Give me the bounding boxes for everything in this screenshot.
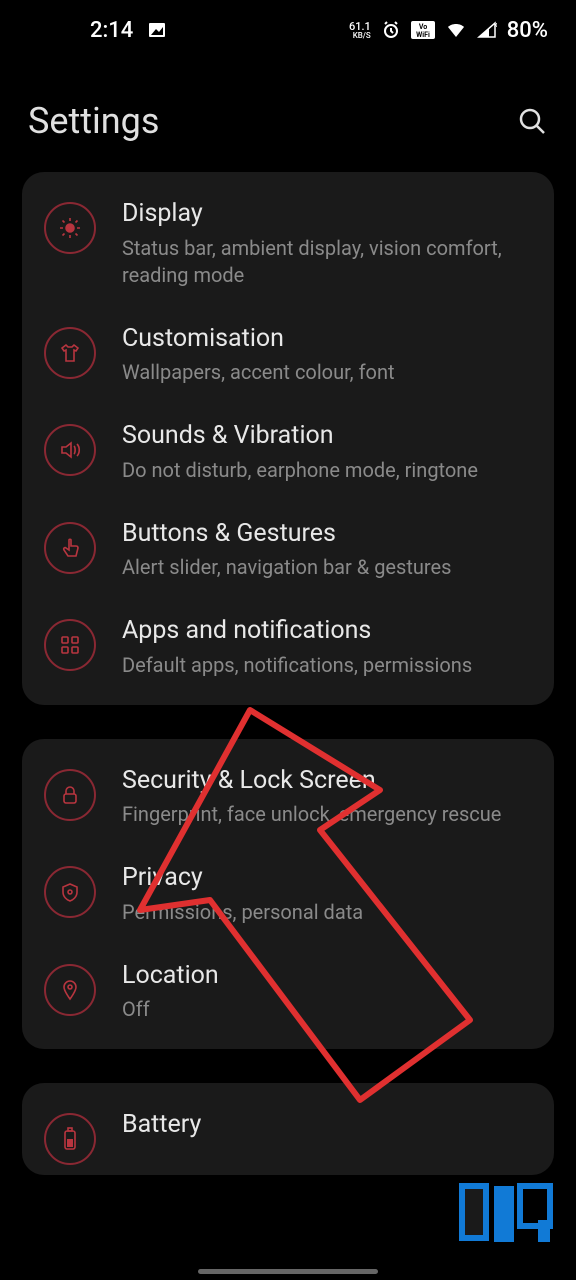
lock-icon: [44, 769, 96, 821]
settings-item-display[interactable]: Display Status bar, ambient display, vis…: [44, 198, 532, 289]
svg-text:Vo: Vo: [419, 23, 427, 31]
item-subtitle: Default apps, notifications, permissions: [122, 652, 532, 679]
nav-indicator: [198, 1269, 378, 1274]
item-subtitle: Wallpapers, accent colour, font: [122, 359, 532, 386]
status-battery: 80%: [507, 18, 548, 43]
image-icon: [147, 20, 167, 40]
settings-item-battery[interactable]: Battery: [44, 1109, 532, 1165]
item-title: Location: [122, 960, 532, 993]
settings-item-apps[interactable]: Apps and notifications Default apps, not…: [44, 615, 532, 679]
svg-text:WiFi: WiFi: [416, 31, 430, 39]
item-subtitle: Do not disturb, earphone mode, ringtone: [122, 457, 532, 484]
item-title: Display: [122, 198, 532, 231]
battery-icon: [44, 1113, 96, 1165]
settings-item-location[interactable]: Location Off: [44, 960, 532, 1024]
settings-list[interactable]: Display Status bar, ambient display, vis…: [0, 172, 576, 1175]
shirt-icon: [44, 327, 96, 379]
item-subtitle: Alert slider, navigation bar & gestures: [122, 554, 532, 581]
vowifi-icon: VoWiFi: [411, 21, 435, 39]
alarm-icon: [381, 20, 401, 40]
settings-header: Settings: [0, 60, 576, 172]
brightness-icon: [44, 202, 96, 254]
settings-item-sounds[interactable]: Sounds & Vibration Do not disturb, earph…: [44, 420, 532, 484]
shield-icon: [44, 866, 96, 918]
speaker-icon: [44, 424, 96, 476]
item-title: Battery: [122, 1109, 532, 1142]
settings-item-security[interactable]: Security & Lock Screen Fingerprint, face…: [44, 765, 532, 829]
settings-item-buttons[interactable]: Buttons & Gestures Alert slider, navigat…: [44, 518, 532, 582]
item-subtitle: Off: [122, 996, 532, 1023]
pin-icon: [44, 964, 96, 1016]
gesture-icon: [44, 522, 96, 574]
status-time: 2:14: [90, 18, 133, 43]
item-title: Buttons & Gestures: [122, 518, 532, 551]
status-data-rate: 61.1 KB/S: [349, 21, 371, 40]
item-title: Apps and notifications: [122, 615, 532, 648]
wifi-icon: [445, 21, 467, 39]
settings-group: Security & Lock Screen Fingerprint, face…: [22, 739, 554, 1050]
apps-icon: [44, 619, 96, 671]
page-title: Settings: [28, 100, 159, 142]
search-icon[interactable]: [516, 105, 548, 137]
settings-item-customisation[interactable]: Customisation Wallpapers, accent colour,…: [44, 323, 532, 387]
svg-text:x: x: [494, 21, 497, 29]
item-subtitle: Permissions, personal data: [122, 899, 532, 926]
settings-group: Battery: [22, 1083, 554, 1175]
settings-item-privacy[interactable]: Privacy Permissions, personal data: [44, 862, 532, 926]
status-bar: 2:14 61.1 KB/S VoWiFi x 80%: [0, 0, 576, 60]
item-title: Customisation: [122, 323, 532, 356]
settings-group: Display Status bar, ambient display, vis…: [22, 172, 554, 705]
item-subtitle: Status bar, ambient display, vision comf…: [122, 235, 532, 289]
item-subtitle: Fingerprint, face unlock, emergency resc…: [122, 801, 532, 828]
signal-icon: x: [477, 21, 497, 39]
watermark-logo: [454, 1176, 564, 1260]
item-title: Security & Lock Screen: [122, 765, 532, 798]
item-title: Sounds & Vibration: [122, 420, 532, 453]
item-title: Privacy: [122, 862, 532, 895]
